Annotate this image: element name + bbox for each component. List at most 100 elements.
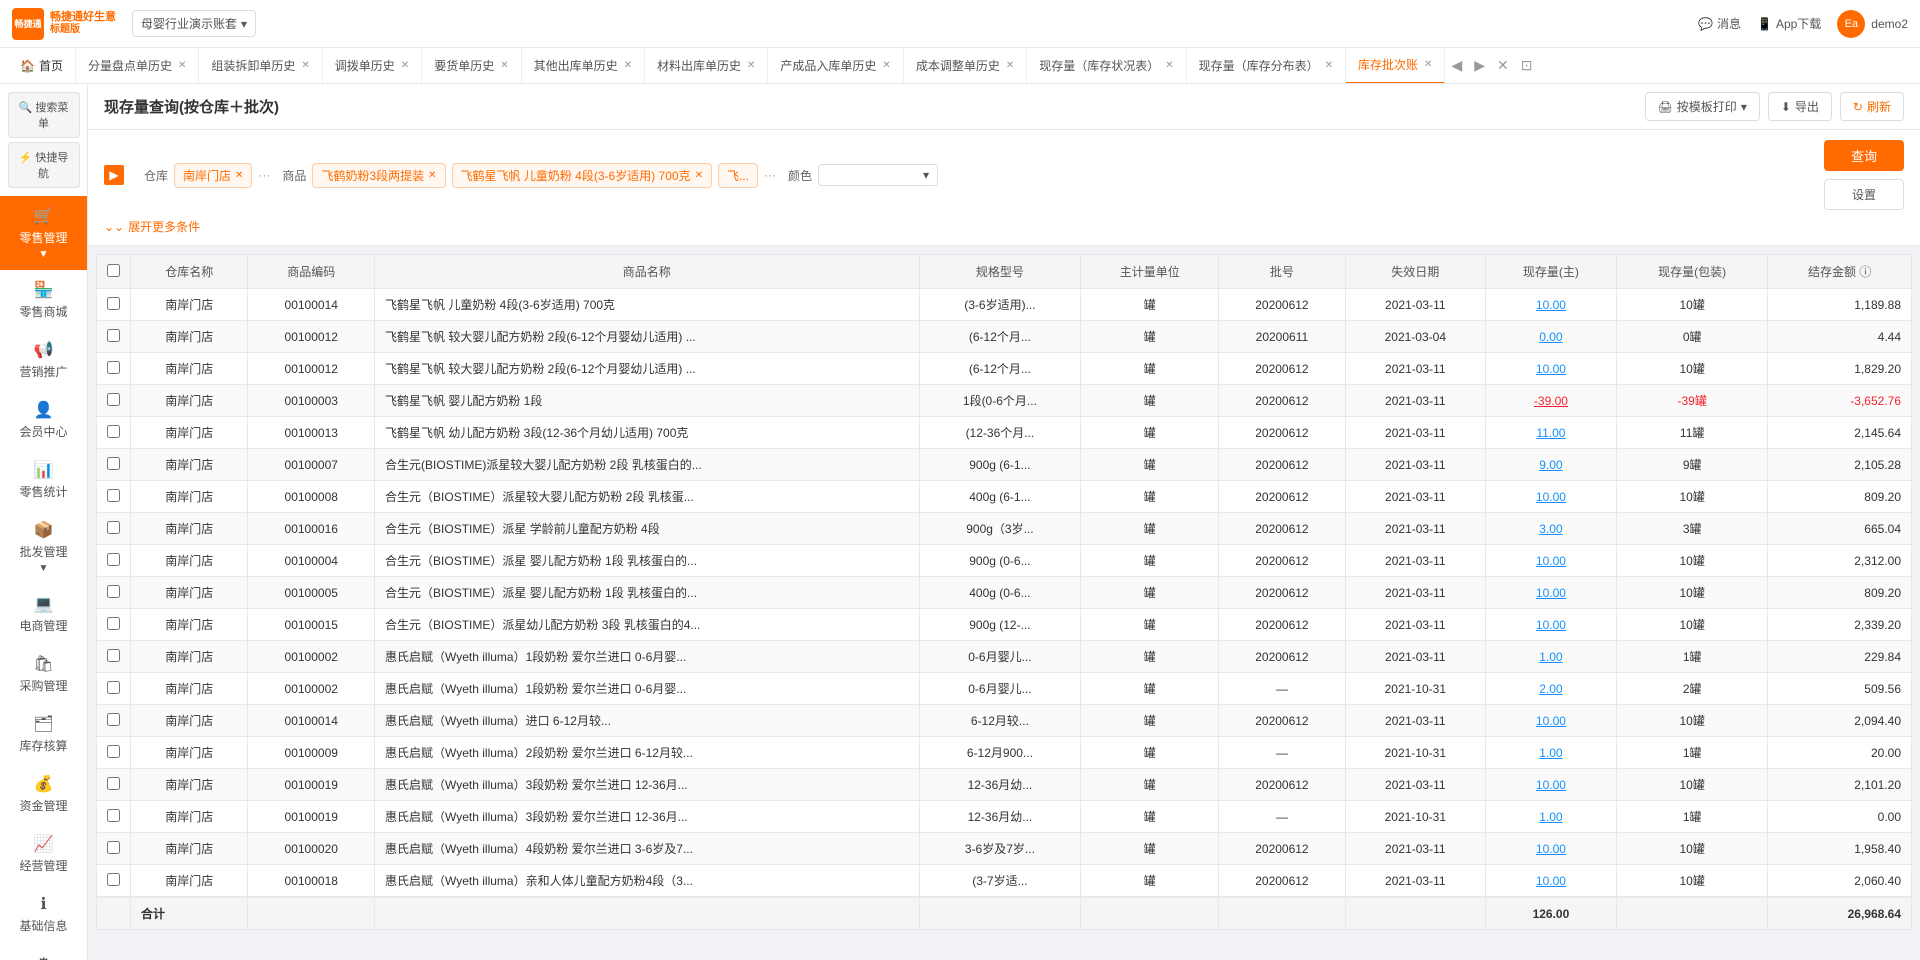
tab-xiancun1[interactable]: 现存量（库存状况表） ✕ (1027, 48, 1186, 84)
row-checkbox[interactable] (107, 649, 120, 662)
expand-more-btn[interactable]: ⌄⌄ 展开更多条件 (104, 218, 1904, 235)
tab-diaobo[interactable]: 调拨单历史 ✕ (323, 48, 422, 84)
row-checkbox[interactable] (107, 393, 120, 406)
export-button[interactable]: ⬇ 导出 (1768, 92, 1832, 121)
refresh-button[interactable]: ↻ 刷新 (1840, 92, 1904, 121)
sidebar-item-member[interactable]: 👤 会员中心 (0, 390, 88, 450)
goods-tag-1-close[interactable]: ✕ (428, 170, 436, 181)
row-checkbox[interactable] (107, 841, 120, 854)
message-btn[interactable]: 💬 消息 (1698, 15, 1741, 32)
close-icon[interactable]: ✕ (301, 60, 309, 71)
close-icon[interactable]: ✕ (624, 60, 632, 71)
close-icon[interactable]: ✕ (1165, 60, 1173, 71)
goods-more[interactable]: ··· (764, 168, 776, 182)
goods-tag-more[interactable]: 飞... (718, 163, 758, 188)
tab-kucun[interactable]: 库存批次账 ✕ (1346, 48, 1445, 84)
sidebar-search[interactable]: 🔍 搜索菜单 (8, 92, 80, 138)
tab-yaohuo[interactable]: 要货单历史 ✕ (422, 48, 521, 84)
close-icon[interactable]: ✕ (1424, 59, 1432, 70)
row-checkbox[interactable] (107, 425, 120, 438)
nav-close-icon[interactable]: ✕ (1491, 57, 1515, 74)
tab-chengben[interactable]: 成本调整单历史 ✕ (904, 48, 1027, 84)
store-selector[interactable]: 母婴行业演示账套 ▾ (132, 10, 256, 37)
row-checkbox[interactable] (107, 457, 120, 470)
row-checkbox[interactable] (107, 521, 120, 534)
sidebar-item-basic[interactable]: ℹ 基础信息 (0, 884, 88, 944)
tab-chanpin[interactable]: 产成品入库单历史 ✕ (768, 48, 903, 84)
row-checkbox[interactable] (107, 617, 120, 630)
close-icon[interactable]: ✕ (747, 60, 755, 71)
cell-qty-main[interactable]: 11.00 (1485, 417, 1616, 449)
cell-qty-main[interactable]: 3.00 (1485, 513, 1616, 545)
close-icon[interactable]: ✕ (401, 60, 409, 71)
print-button[interactable]: 🖨 按模板打印 ▾ (1645, 92, 1760, 121)
tab-fenliang[interactable]: 分量盘点单历史 ✕ (76, 48, 199, 84)
sidebar-item-stats[interactable]: 📊 零售统计 (0, 450, 88, 510)
cell-qty-main[interactable]: 9.00 (1485, 449, 1616, 481)
close-icon[interactable]: ✕ (178, 60, 186, 71)
cell-qty-main[interactable]: 10.00 (1485, 833, 1616, 865)
nav-expand-icon[interactable]: ⊡ (1515, 57, 1539, 74)
cell-qty-main[interactable]: 0.00 (1485, 321, 1616, 353)
row-checkbox[interactable] (107, 713, 120, 726)
row-checkbox[interactable] (107, 489, 120, 502)
cell-qty-main[interactable]: 1.00 (1485, 641, 1616, 673)
nav-next-arrow[interactable]: ▶ (1468, 57, 1491, 74)
cell-qty-main[interactable]: 10.00 (1485, 481, 1616, 513)
settings-button[interactable]: 设置 (1824, 179, 1904, 210)
query-button[interactable]: 查询 (1824, 140, 1904, 171)
row-checkbox[interactable] (107, 777, 120, 790)
cell-qty-main[interactable]: 10.00 (1485, 865, 1616, 898)
warehouse-more[interactable]: ··· (258, 168, 270, 182)
color-select[interactable]: ▾ (818, 164, 938, 186)
sidebar-item-wholesale[interactable]: 📦 批发管理 ▼ (0, 510, 88, 584)
warehouse-tag[interactable]: 南岸门店 ✕ (174, 163, 252, 188)
sidebar-item-finance[interactable]: 💰 资金管理 (0, 764, 88, 824)
tab-cailiao[interactable]: 材料出库单历史 ✕ (645, 48, 768, 84)
cell-qty-main[interactable]: 10.00 (1485, 289, 1616, 321)
nav-prev-arrow[interactable]: ◀ (1445, 57, 1468, 74)
cell-qty-main[interactable]: 10.00 (1485, 353, 1616, 385)
row-checkbox[interactable] (107, 297, 120, 310)
cell-qty-main[interactable]: 1.00 (1485, 801, 1616, 833)
cell-qty-main[interactable]: 10.00 (1485, 577, 1616, 609)
tab-qita[interactable]: 其他出库单历史 ✕ (522, 48, 645, 84)
sidebar-item-ops[interactable]: 📈 经营管理 (0, 824, 88, 884)
close-icon[interactable]: ✕ (882, 60, 890, 71)
cell-qty-main[interactable]: 10.00 (1485, 545, 1616, 577)
row-checkbox[interactable] (107, 553, 120, 566)
sidebar-item-mall[interactable]: 🏪 零售商城 (0, 270, 88, 330)
row-checkbox[interactable] (107, 681, 120, 694)
close-icon[interactable]: ✕ (1006, 60, 1014, 71)
user-area[interactable]: Ea demo2 (1837, 10, 1908, 38)
row-checkbox[interactable] (107, 329, 120, 342)
app-download-btn[interactable]: 📱 App下载 (1757, 15, 1821, 32)
cell-qty-main[interactable]: 10.00 (1485, 769, 1616, 801)
row-checkbox[interactable] (107, 873, 120, 886)
sidebar-nav[interactable]: ⚡ 快捷导航 (8, 142, 80, 188)
cell-qty-main[interactable]: 2.00 (1485, 673, 1616, 705)
cell-qty-main[interactable]: 1.00 (1485, 737, 1616, 769)
row-checkbox[interactable] (107, 745, 120, 758)
goods-tag-2-close[interactable]: ✕ (695, 170, 703, 181)
cell-qty-main[interactable]: 10.00 (1485, 705, 1616, 737)
tab-zuhe[interactable]: 组装拆卸单历史 ✕ (199, 48, 322, 84)
cell-qty-main[interactable]: 10.00 (1485, 609, 1616, 641)
tab-home[interactable]: 🏠 首页 (8, 48, 76, 84)
sidebar-item-inventory[interactable]: 🗂 库存核算 (0, 704, 88, 764)
goods-tag-1[interactable]: 飞鹤奶粉3段两提装 ✕ (312, 163, 445, 188)
tab-xiancun2[interactable]: 现存量（库存分布表） ✕ (1187, 48, 1346, 84)
row-checkbox[interactable] (107, 809, 120, 822)
row-checkbox[interactable] (107, 585, 120, 598)
sidebar-item-ecom[interactable]: 💻 电商管理 (0, 584, 88, 644)
goods-tag-2[interactable]: 飞鹤星飞帆 儿童奶粉 4段(3-6岁适用) 700克 ✕ (452, 163, 712, 188)
close-icon[interactable]: ✕ (1325, 60, 1333, 71)
warehouse-tag-close[interactable]: ✕ (235, 170, 243, 181)
sidebar-item-system[interactable]: ⚙ 系统管理 (0, 944, 88, 960)
sidebar-item-retail[interactable]: 🛒 零售管理 ▼ (0, 196, 88, 270)
row-checkbox[interactable] (107, 361, 120, 374)
sidebar-item-purchase[interactable]: 🛍 采购管理 (0, 644, 88, 704)
expand-arrow-btn[interactable]: ▶ (104, 165, 124, 185)
select-all-checkbox[interactable] (107, 264, 120, 277)
close-icon[interactable]: ✕ (500, 60, 508, 71)
